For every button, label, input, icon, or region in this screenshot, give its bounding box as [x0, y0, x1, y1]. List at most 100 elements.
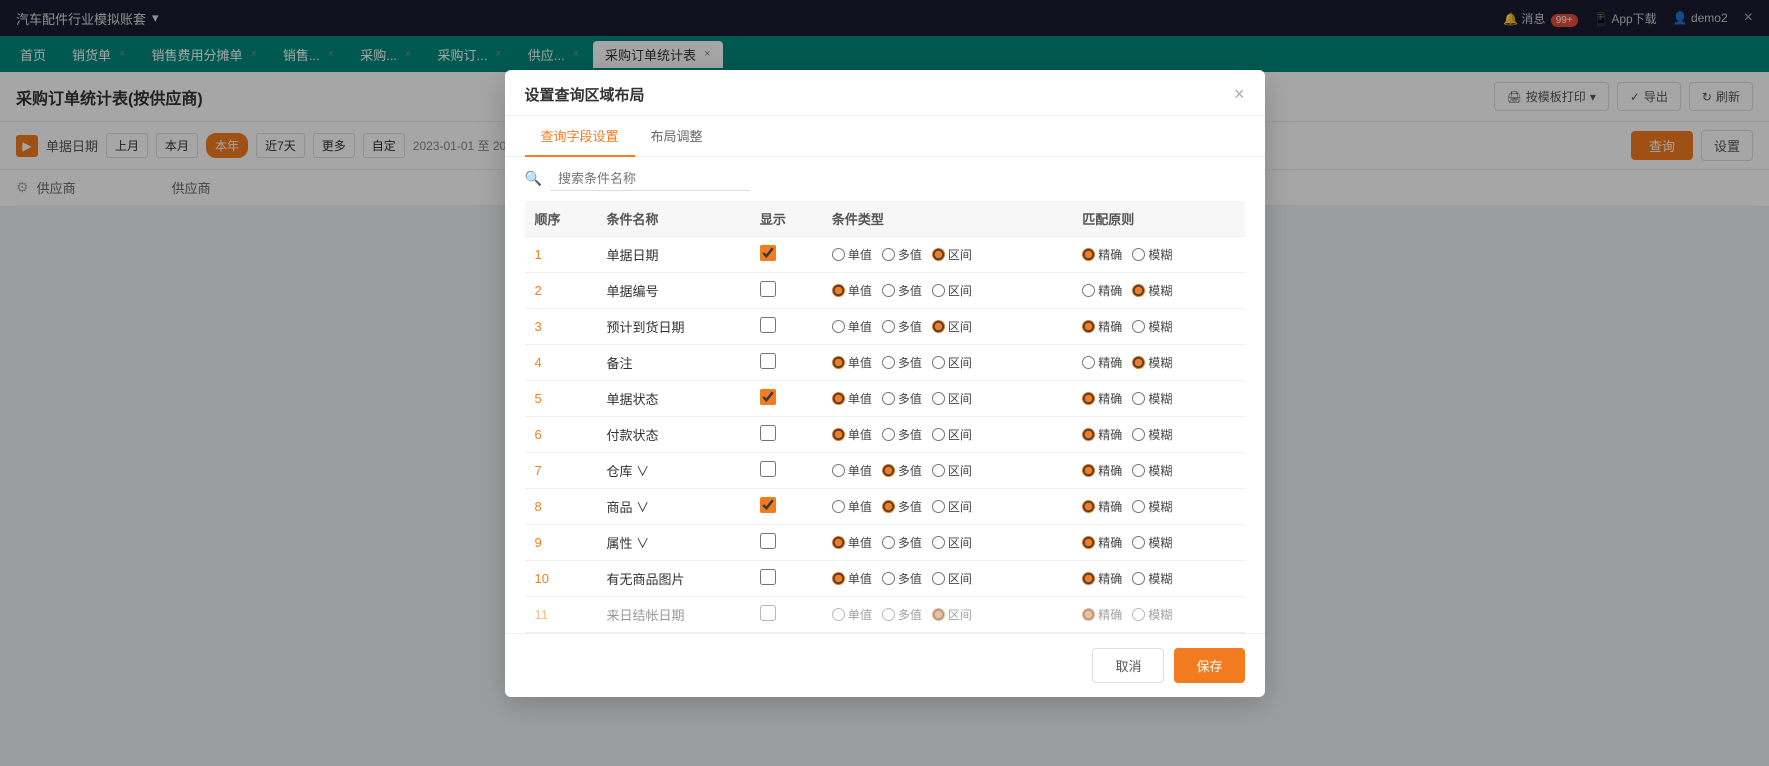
display-checkbox[interactable]: [760, 317, 776, 333]
table-row-display[interactable]: [750, 488, 822, 524]
match-radio[interactable]: [1132, 428, 1145, 441]
type-radio-item[interactable]: 单值: [832, 606, 872, 623]
match-radio[interactable]: [1132, 572, 1145, 585]
type-radio[interactable]: [882, 320, 895, 333]
match-radio[interactable]: [1132, 392, 1145, 405]
type-radio[interactable]: [832, 284, 845, 297]
search-input[interactable]: [550, 167, 750, 191]
table-row-display[interactable]: [750, 452, 822, 488]
display-checkbox[interactable]: [760, 353, 776, 369]
type-radio[interactable]: [832, 392, 845, 405]
type-radio-item[interactable]: 多值: [882, 570, 922, 587]
match-radio[interactable]: [1082, 356, 1095, 369]
type-radio[interactable]: [832, 356, 845, 369]
table-row-display[interactable]: [750, 380, 822, 416]
match-radio[interactable]: [1132, 356, 1145, 369]
type-radio-item[interactable]: 区间: [932, 570, 972, 587]
match-radio-item[interactable]: 模糊: [1132, 570, 1172, 587]
modal-tab-fields[interactable]: 查询字段设置: [525, 116, 635, 157]
modal-close-button[interactable]: ×: [1234, 85, 1245, 103]
type-radio[interactable]: [932, 536, 945, 549]
table-row-display[interactable]: [750, 308, 822, 344]
type-radio[interactable]: [932, 608, 945, 621]
modal-tab-layout[interactable]: 布局调整: [635, 116, 719, 157]
type-radio-item[interactable]: 单值: [832, 426, 872, 443]
type-radio[interactable]: [882, 356, 895, 369]
match-radio[interactable]: [1082, 608, 1095, 621]
match-radio-item[interactable]: 精确: [1082, 534, 1122, 551]
match-radio-item[interactable]: 精确: [1082, 390, 1122, 407]
match-radio[interactable]: [1132, 464, 1145, 477]
match-radio[interactable]: [1082, 464, 1095, 477]
type-radio-item[interactable]: 多值: [882, 606, 922, 623]
table-row-display[interactable]: [750, 596, 822, 632]
type-radio[interactable]: [932, 248, 945, 261]
match-radio-item[interactable]: 模糊: [1132, 282, 1172, 299]
type-radio-item[interactable]: 单值: [832, 354, 872, 371]
type-radio[interactable]: [882, 428, 895, 441]
type-radio-item[interactable]: 区间: [932, 606, 972, 623]
type-radio[interactable]: [932, 464, 945, 477]
type-radio[interactable]: [882, 608, 895, 621]
type-radio-item[interactable]: 单值: [832, 390, 872, 407]
type-radio-item[interactable]: 单值: [832, 462, 872, 479]
display-checkbox[interactable]: [760, 605, 776, 621]
type-radio-item[interactable]: 区间: [932, 462, 972, 479]
match-radio[interactable]: [1082, 500, 1095, 513]
type-radio[interactable]: [832, 428, 845, 441]
type-radio[interactable]: [832, 536, 845, 549]
type-radio-item[interactable]: 多值: [882, 282, 922, 299]
match-radio[interactable]: [1082, 284, 1095, 297]
type-radio-item[interactable]: 多值: [882, 426, 922, 443]
match-radio-item[interactable]: 精确: [1082, 246, 1122, 263]
type-radio-item[interactable]: 区间: [932, 246, 972, 263]
type-radio[interactable]: [832, 608, 845, 621]
match-radio[interactable]: [1132, 536, 1145, 549]
match-radio[interactable]: [1082, 572, 1095, 585]
table-row-display[interactable]: [750, 344, 822, 380]
match-radio[interactable]: [1082, 428, 1095, 441]
match-radio[interactable]: [1132, 248, 1145, 261]
type-radio-item[interactable]: 多值: [882, 498, 922, 515]
match-radio-item[interactable]: 精确: [1082, 570, 1122, 587]
type-radio-item[interactable]: 单值: [832, 246, 872, 263]
match-radio[interactable]: [1132, 608, 1145, 621]
display-checkbox[interactable]: [760, 497, 776, 513]
type-radio-item[interactable]: 多值: [882, 390, 922, 407]
type-radio-item[interactable]: 单值: [832, 318, 872, 335]
type-radio[interactable]: [882, 572, 895, 585]
match-radio-item[interactable]: 精确: [1082, 498, 1122, 515]
match-radio-item[interactable]: 精确: [1082, 282, 1122, 299]
match-radio-item[interactable]: 模糊: [1132, 354, 1172, 371]
display-checkbox[interactable]: [760, 533, 776, 549]
match-radio-item[interactable]: 精确: [1082, 606, 1122, 623]
type-radio-item[interactable]: 区间: [932, 354, 972, 371]
type-radio[interactable]: [932, 572, 945, 585]
type-radio[interactable]: [832, 572, 845, 585]
display-checkbox[interactable]: [760, 389, 776, 405]
type-radio[interactable]: [932, 500, 945, 513]
type-radio[interactable]: [932, 356, 945, 369]
match-radio[interactable]: [1132, 320, 1145, 333]
table-row-display[interactable]: [750, 272, 822, 308]
type-radio-item[interactable]: 单值: [832, 498, 872, 515]
match-radio-item[interactable]: 模糊: [1132, 246, 1172, 263]
type-radio-item[interactable]: 区间: [932, 426, 972, 443]
display-checkbox[interactable]: [760, 245, 776, 261]
display-checkbox[interactable]: [760, 569, 776, 585]
match-radio-item[interactable]: 模糊: [1132, 426, 1172, 443]
type-radio-item[interactable]: 多值: [882, 246, 922, 263]
type-radio[interactable]: [882, 392, 895, 405]
match-radio-item[interactable]: 模糊: [1132, 390, 1172, 407]
type-radio[interactable]: [832, 320, 845, 333]
table-row-display[interactable]: [750, 560, 822, 596]
type-radio[interactable]: [832, 248, 845, 261]
match-radio-item[interactable]: 模糊: [1132, 318, 1172, 335]
type-radio-item[interactable]: 多值: [882, 534, 922, 551]
type-radio[interactable]: [932, 392, 945, 405]
type-radio[interactable]: [932, 428, 945, 441]
type-radio-item[interactable]: 区间: [932, 534, 972, 551]
save-button[interactable]: 保存: [1174, 648, 1244, 683]
match-radio[interactable]: [1082, 536, 1095, 549]
match-radio-item[interactable]: 模糊: [1132, 534, 1172, 551]
